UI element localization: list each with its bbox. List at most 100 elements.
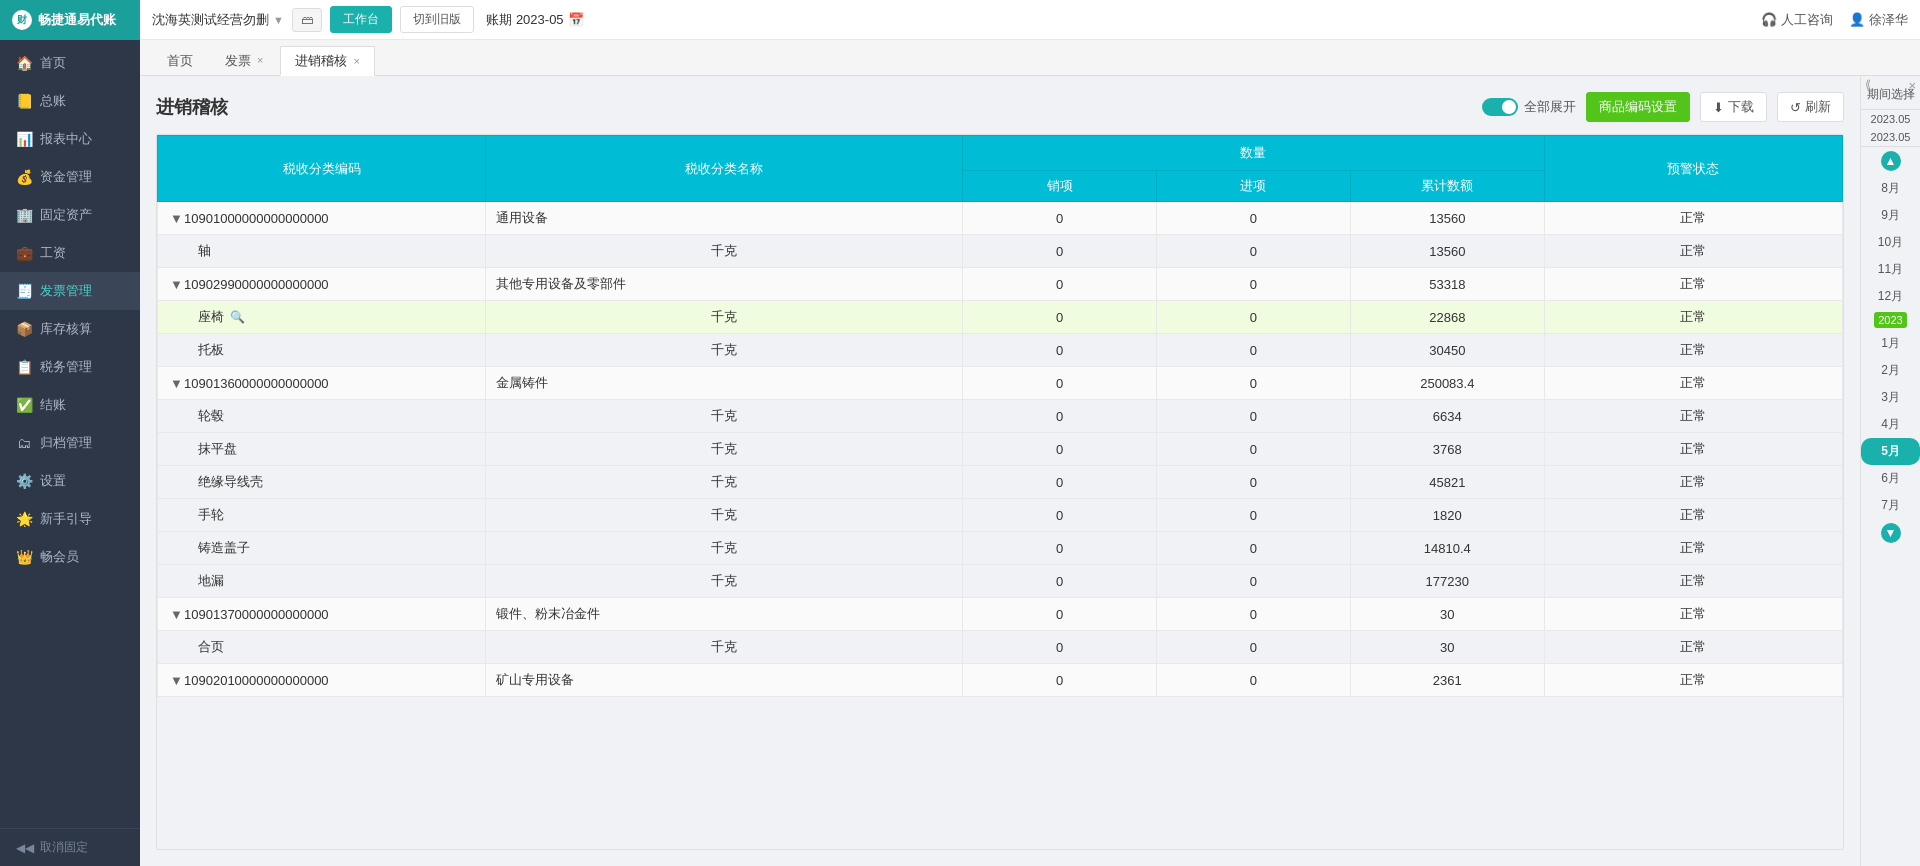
refresh-btn[interactable]: ↺ 刷新 (1777, 92, 1844, 122)
panel-close-btn[interactable]: × (1908, 78, 1916, 93)
month-item-6[interactable]: 6月 (1861, 465, 1920, 492)
table-row-purchase: 0 (1157, 268, 1351, 301)
table-row-total: 22868 (1350, 301, 1544, 334)
tab-reconcile[interactable]: 进销稽核 × (280, 46, 374, 76)
table-row-unit: 千克 (486, 301, 963, 334)
tab-invoice-close[interactable]: × (257, 55, 263, 66)
sidebar-item-payroll[interactable]: 💼 工资 (0, 234, 140, 272)
table-row-sales: 0 (963, 400, 1157, 433)
table-row-name-indent: 绝缘导线壳 (158, 466, 486, 499)
period-label: 账期 (486, 11, 512, 29)
sidebar-item-invoice[interactable]: 🧾 发票管理 (0, 272, 140, 310)
search-icon[interactable]: 🔍 (230, 310, 245, 324)
month-item-2[interactable]: 2月 (1861, 357, 1920, 384)
company-selector[interactable]: 沈海英测试经营勿删 ▼ (152, 11, 284, 29)
toggle-track[interactable] (1482, 98, 1518, 116)
month-item-12[interactable]: 12月 (1861, 283, 1920, 310)
sidebar-nav: 🏠 首页 📒 总账 📊 报表中心 💰 资金管理 🏢 固定资产 💼 工资 🧾 发票… (0, 40, 140, 828)
archive-btn[interactable]: 🗃 (292, 8, 322, 32)
month-item-10[interactable]: 10月 (1861, 229, 1920, 256)
sidebar: 财 畅捷通易代账 🏠 首页 📒 总账 📊 报表中心 💰 资金管理 🏢 固定资产 … (0, 0, 140, 866)
download-btn[interactable]: ⬇ 下载 (1700, 92, 1767, 122)
settlement-icon: ✅ (16, 397, 32, 413)
month-item-5[interactable]: 5月 (1861, 438, 1920, 465)
table-row-sales: 0 (963, 598, 1157, 631)
sidebar-item-membership[interactable]: 👑 畅会员 (0, 538, 140, 576)
page-title: 进销稽核 (156, 95, 228, 119)
table-row: 托板 千克 0 0 30450 正常 (158, 334, 1843, 367)
sidebar-item-archive[interactable]: 🗂 归档管理 (0, 424, 140, 462)
table-row-total: 1820 (1350, 499, 1544, 532)
table-row-sales: 0 (963, 334, 1157, 367)
sidebar-item-guide[interactable]: 🌟 新手引导 (0, 500, 140, 538)
membership-icon: 👑 (16, 549, 32, 565)
table-row-total: 6634 (1350, 400, 1544, 433)
expand-icon[interactable]: ▼ (170, 607, 180, 622)
sidebar-item-settlement[interactable]: ✅ 结账 (0, 386, 140, 424)
sidebar-item-inventory[interactable]: 📦 库存核算 (0, 310, 140, 348)
tab-invoice[interactable]: 发票 × (210, 45, 278, 75)
tab-invoice-label: 发票 (225, 52, 251, 70)
table-row-unit: 千克 (486, 499, 963, 532)
support-label: 人工咨询 (1781, 11, 1833, 29)
table-row-sales: 0 (963, 433, 1157, 466)
tab-reconcile-close[interactable]: × (353, 56, 359, 67)
expand-icon[interactable]: ▼ (170, 376, 180, 391)
month-item-7[interactable]: 7月 (1861, 492, 1920, 519)
tab-home[interactable]: 首页 (152, 45, 208, 75)
calendar-icon[interactable]: 📅 (568, 12, 584, 27)
table-row-name: 矿山专用设备 (486, 664, 963, 697)
table-row-total: 250083.4 (1350, 367, 1544, 400)
sidebar-item-home[interactable]: 🏠 首页 (0, 44, 140, 82)
user-btn[interactable]: 👤 徐泽华 (1849, 11, 1908, 29)
table-row-name-indent: 轮毂 (158, 400, 486, 433)
period-row-1[interactable]: 2023.05 (1861, 110, 1920, 128)
col-tax-name: 税收分类名称 (486, 136, 963, 202)
sidebar-item-reports[interactable]: 📊 报表中心 (0, 120, 140, 158)
table-row-sales: 0 (963, 466, 1157, 499)
sidebar-item-tax[interactable]: 📋 税务管理 (0, 348, 140, 386)
period-value: 2023-05 (516, 12, 564, 27)
month-item-4[interactable]: 4月 (1861, 411, 1920, 438)
product-code-btn[interactable]: 商品编码设置 (1586, 92, 1690, 122)
sidebar-item-ledger[interactable]: 📒 总账 (0, 82, 140, 120)
table-row: 抹平盘 千克 0 0 3768 正常 (158, 433, 1843, 466)
expand-icon[interactable]: ▼ (170, 673, 180, 688)
table-row: 轴 千克 0 0 13560 正常 (158, 235, 1843, 268)
sidebar-footer-unpin[interactable]: ◀◀ 取消固定 (0, 828, 140, 866)
table-row-name-indent: 合页 (158, 631, 486, 664)
table-row-sales: 0 (963, 631, 1157, 664)
col-warning: 预警状态 (1544, 136, 1842, 202)
table-row-code: ▼10901360000000000000 (158, 367, 486, 400)
sidebar-item-funds[interactable]: 💰 资金管理 (0, 158, 140, 196)
period-row-2[interactable]: 2023.05 (1861, 128, 1920, 147)
table-row-total: 177230 (1350, 565, 1544, 598)
expand-icon[interactable]: ▼ (170, 211, 180, 226)
sidebar-item-label: 结账 (40, 396, 66, 414)
month-item-3[interactable]: 3月 (1861, 384, 1920, 411)
table-row-total: 30 (1350, 631, 1544, 664)
sidebar-item-settings[interactable]: ⚙️ 设置 (0, 462, 140, 500)
support-btn[interactable]: 🎧 人工咨询 (1761, 11, 1833, 29)
topbar-right: 🎧 人工咨询 👤 徐泽华 (1761, 11, 1908, 29)
sidebar-item-assets[interactable]: 🏢 固定资产 (0, 196, 140, 234)
panel-expand-btn[interactable]: ⟪ (1865, 78, 1871, 91)
table-row-status: 正常 (1544, 433, 1842, 466)
table-row-unit: 千克 (486, 532, 963, 565)
scroll-up-btn[interactable]: ▲ (1881, 151, 1901, 171)
page-header-actions: 全部展开 商品编码设置 ⬇ 下载 ↺ 刷新 (1482, 92, 1844, 122)
month-item-1[interactable]: 1月 (1861, 330, 1920, 357)
scroll-down-btn[interactable]: ▼ (1881, 523, 1901, 543)
month-item-8[interactable]: 8月 (1861, 175, 1920, 202)
month-item-11[interactable]: 11月 (1861, 256, 1920, 283)
switch-version-btn[interactable]: 切到旧版 (400, 6, 474, 33)
table-row-purchase: 0 (1157, 499, 1351, 532)
month-item-9[interactable]: 9月 (1861, 202, 1920, 229)
sidebar-item-label: 工资 (40, 244, 66, 262)
funds-icon: 💰 (16, 169, 32, 185)
workbench-btn[interactable]: 工作台 (330, 6, 392, 33)
archive-btn-icon: 🗃 (301, 13, 313, 27)
sidebar-item-label: 资金管理 (40, 168, 92, 186)
expand-icon[interactable]: ▼ (170, 277, 180, 292)
expand-all-toggle[interactable]: 全部展开 (1482, 98, 1576, 116)
